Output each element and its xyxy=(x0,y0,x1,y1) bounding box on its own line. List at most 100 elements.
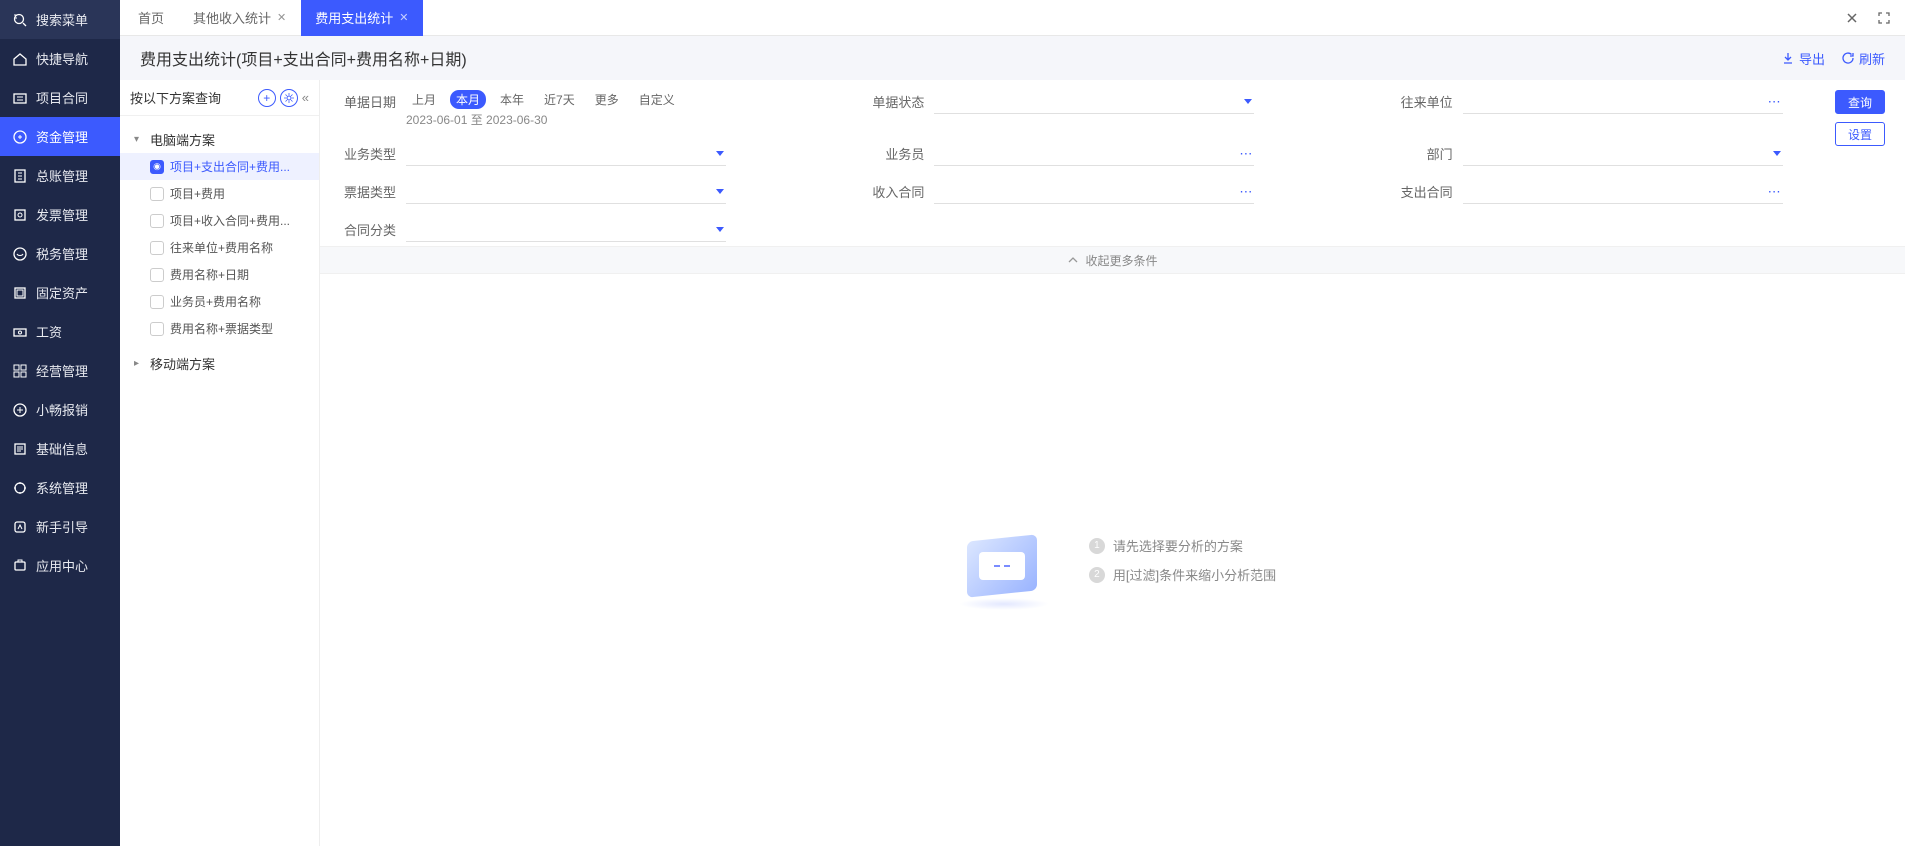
sidebar-item-label: 固定资产 xyxy=(36,283,88,302)
fullscreen-icon[interactable] xyxy=(1873,7,1895,29)
tree-item-0-1[interactable]: 项目+费用 xyxy=(120,180,319,207)
manage-icon xyxy=(12,363,28,379)
asset-icon xyxy=(12,285,28,301)
sidebar-item-label: 发票管理 xyxy=(36,205,88,224)
sidebar-item-5[interactable]: 发票管理 xyxy=(0,195,120,234)
search-icon xyxy=(12,12,28,28)
caret-icon: ▸ xyxy=(134,358,144,369)
biztype-select[interactable] xyxy=(406,142,726,166)
sidebar-item-2[interactable]: 项目合同 xyxy=(0,78,120,117)
sidebar: 搜索菜单快捷导航项目合同资金管理总账管理发票管理税务管理固定资产工资经营管理小畅… xyxy=(0,0,120,846)
field-billtype: 票据类型 xyxy=(340,180,828,204)
query-button[interactable]: 查询 xyxy=(1835,90,1885,114)
sidebar-item-9[interactable]: 经营管理 xyxy=(0,351,120,390)
scheme-header-title: 按以下方案查询 xyxy=(130,88,221,107)
folder-icon xyxy=(12,90,28,106)
page-header: 费用支出统计(项目+支出合同+费用名称+日期) 导出 刷新 xyxy=(120,36,1905,80)
tree-item-0-3[interactable]: 往来单位+费用名称 xyxy=(120,234,319,261)
tree-item-0-6[interactable]: 费用名称+票据类型 xyxy=(120,315,319,342)
sidebar-item-label: 新手引导 xyxy=(36,517,88,536)
scheme-settings-button[interactable] xyxy=(280,89,298,107)
tab-close-icon[interactable]: ✕ xyxy=(399,11,408,24)
sidebar-item-11[interactable]: 基础信息 xyxy=(0,429,120,468)
ledger-icon xyxy=(12,168,28,184)
field-date: 单据日期 上月本月本年近7天更多自定义 2023-06-01 至 2023-06… xyxy=(340,90,828,128)
status-select[interactable] xyxy=(934,90,1254,114)
reimburse-icon xyxy=(12,402,28,418)
export-button[interactable]: 导出 xyxy=(1781,49,1825,68)
refresh-button[interactable]: 刷新 xyxy=(1841,49,1885,68)
field-income-contract: 收入合同 xyxy=(868,180,1356,204)
tabbar: 首页其他收入统计 ✕ 费用支出统计 ✕ xyxy=(120,0,1905,36)
tree-item-0-5[interactable]: 业务员+费用名称 xyxy=(120,288,319,315)
info-icon xyxy=(12,441,28,457)
sidebar-item-label: 应用中心 xyxy=(36,556,88,575)
tree-item-0-0[interactable]: ◉项目+支出合同+费用... xyxy=(120,153,319,180)
field-dept: 部门 xyxy=(1397,142,1885,166)
tab-close-icon[interactable]: ✕ xyxy=(277,11,286,24)
field-biztype: 业务类型 xyxy=(340,142,828,166)
contract-cat-select[interactable] xyxy=(406,218,726,242)
tab-label: 其他收入统计 xyxy=(193,8,271,27)
expense-contract-select[interactable] xyxy=(1463,180,1783,204)
scheme-tree: ▾电脑端方案◉项目+支出合同+费用...项目+费用项目+收入合同+费用... 往来… xyxy=(120,116,319,387)
dept-select[interactable] xyxy=(1463,142,1783,166)
field-salesman: 业务员 xyxy=(868,142,1356,166)
tree-item-label: 往来单位+费用名称 xyxy=(170,239,273,256)
date-tab-1[interactable]: 本月 xyxy=(450,90,486,109)
date-tab-2[interactable]: 本年 xyxy=(494,90,530,109)
add-scheme-button[interactable]: + xyxy=(258,89,276,107)
sidebar-item-8[interactable]: 工资 xyxy=(0,312,120,351)
close-tab-icon[interactable] xyxy=(1841,7,1863,29)
bar-icon xyxy=(150,268,164,282)
sidebar-item-4[interactable]: 总账管理 xyxy=(0,156,120,195)
sidebar-item-3[interactable]: 资金管理 xyxy=(0,117,120,156)
tree-item-0-4[interactable]: 费用名称+日期 xyxy=(120,261,319,288)
sidebar-item-label: 工资 xyxy=(36,322,62,341)
wallet-icon xyxy=(12,129,28,145)
tab-0[interactable]: 首页 xyxy=(124,0,179,36)
tab-2[interactable]: 费用支出统计 ✕ xyxy=(301,0,423,36)
partner-select[interactable] xyxy=(1463,90,1783,114)
sidebar-item-13[interactable]: 新手引导 xyxy=(0,507,120,546)
collapse-filters-bar[interactable]: 收起更多条件 xyxy=(320,246,1905,274)
date-tab-0[interactable]: 上月 xyxy=(406,90,442,109)
sidebar-item-label: 总账管理 xyxy=(36,166,88,185)
tree-group-1[interactable]: ▸移动端方案 xyxy=(120,350,319,377)
sidebar-item-14[interactable]: 应用中心 xyxy=(0,546,120,585)
tax-icon xyxy=(12,246,28,262)
filter-form: 单据日期 上月本月本年近7天更多自定义 2023-06-01 至 2023-06… xyxy=(320,80,1905,246)
sidebar-item-10[interactable]: 小畅报销 xyxy=(0,390,120,429)
page-title: 费用支出统计(项目+支出合同+费用名称+日期) xyxy=(140,46,467,70)
sidebar-item-label: 基础信息 xyxy=(36,439,88,458)
sidebar-item-7[interactable]: 固定资产 xyxy=(0,273,120,312)
sidebar-item-6[interactable]: 税务管理 xyxy=(0,234,120,273)
salesman-select[interactable] xyxy=(934,142,1254,166)
tree-group-0[interactable]: ▾电脑端方案 xyxy=(120,126,319,153)
empty-step-1: 1 请先选择要分析的方案 xyxy=(1089,536,1276,555)
tab-label: 费用支出统计 xyxy=(315,8,393,27)
sidebar-item-1[interactable]: 快捷导航 xyxy=(0,39,120,78)
export-icon xyxy=(1781,51,1795,65)
tab-1[interactable]: 其他收入统计 ✕ xyxy=(179,0,301,36)
invoice-icon xyxy=(12,207,28,223)
sidebar-item-0[interactable]: 搜索菜单 xyxy=(0,0,120,39)
tree-item-label: 费用名称+票据类型 xyxy=(170,320,273,337)
sidebar-item-label: 系统管理 xyxy=(36,478,88,497)
billtype-select[interactable] xyxy=(406,180,726,204)
settings-button[interactable]: 设置 xyxy=(1835,122,1885,146)
collapse-panel-button[interactable]: « xyxy=(302,90,309,105)
scheme-panel: 按以下方案查询 + « ▾电脑端方案◉项目+支出合同+费用...项目+费用项目+… xyxy=(120,80,320,846)
field-contract-cat: 合同分类 xyxy=(340,218,828,242)
sidebar-item-12[interactable]: 系统管理 xyxy=(0,468,120,507)
sidebar-item-label: 快捷导航 xyxy=(36,49,88,68)
date-tab-5[interactable]: 自定义 xyxy=(633,90,681,109)
sidebar-item-label: 资金管理 xyxy=(36,127,88,146)
income-contract-select[interactable] xyxy=(934,180,1254,204)
field-partner: 往来单位 xyxy=(1397,90,1885,128)
date-tab-3[interactable]: 近7天 xyxy=(538,90,581,109)
sidebar-item-label: 小畅报销 xyxy=(36,400,88,419)
date-tab-4[interactable]: 更多 xyxy=(589,90,625,109)
doc-icon xyxy=(150,322,164,336)
tree-item-0-2[interactable]: 项目+收入合同+费用... xyxy=(120,207,319,234)
